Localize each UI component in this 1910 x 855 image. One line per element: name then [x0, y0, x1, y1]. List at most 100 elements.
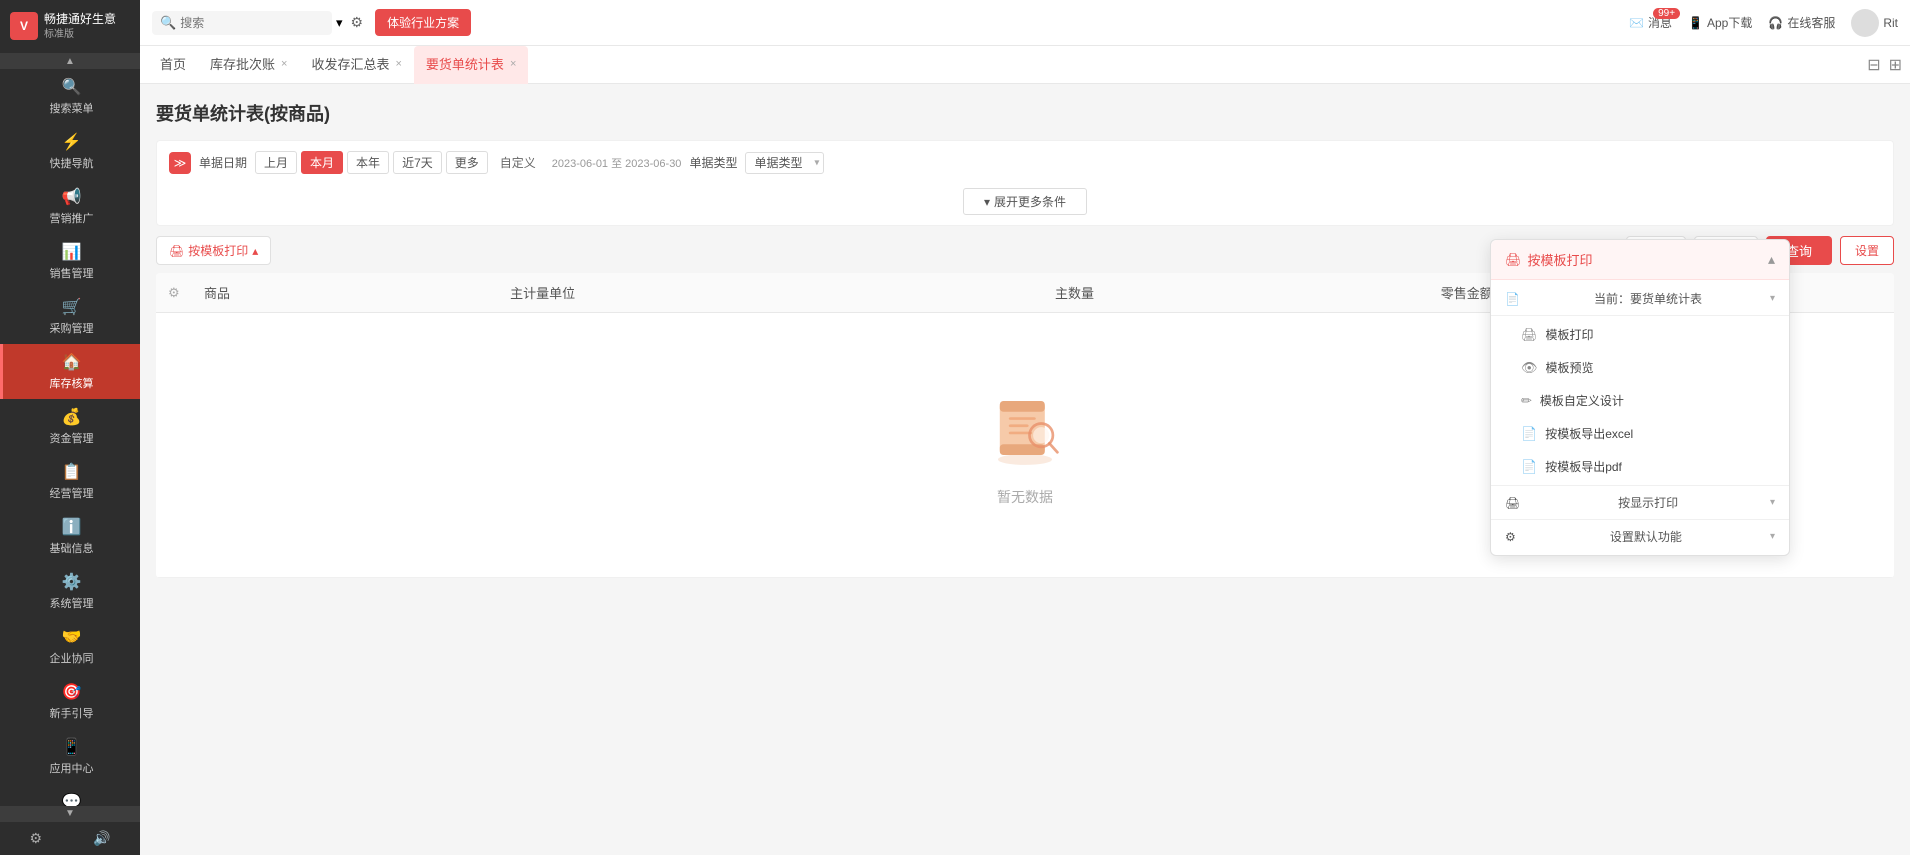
expand-icon: ▾	[984, 195, 990, 209]
search-input[interactable]	[180, 16, 310, 30]
date-btn-7days[interactable]: 近7天	[393, 151, 442, 174]
export-pdf-item[interactable]: 📄 按模板导出pdf	[1491, 450, 1789, 483]
sidebar-audio-btn[interactable]: 🔊	[93, 830, 110, 847]
sidebar-item-label: 经营管理	[50, 485, 94, 501]
table-th-settings: ⚙	[156, 273, 192, 313]
topbar: 🔍 ▾ ⚙ 体验行业方案 ✉️ 消息 99+ 📱 App下载 🎧 在线客服 Ri…	[140, 0, 1910, 46]
print-dropdown-icon: 🖨	[1505, 252, 1522, 268]
date-options: 上月 本月 本年 近7天 更多 自定义	[255, 151, 544, 174]
sales-icon: 📊	[62, 242, 82, 262]
sidebar-item-label: 营销推广	[50, 210, 94, 226]
sidebar-item-label: 系统管理	[50, 595, 94, 611]
date-btn-more[interactable]: 更多	[446, 151, 488, 174]
user-avatar[interactable]: Rit	[1851, 9, 1898, 37]
sidebar-item-purchase[interactable]: 🛒 采购管理	[0, 289, 140, 344]
tab-maximize-icon[interactable]: ⊞	[1889, 55, 1902, 75]
sidebar-item-quicknav[interactable]: ⚡ 快捷导航	[0, 124, 140, 179]
tab-close-inventory-batch[interactable]: ×	[281, 58, 287, 70]
topbar-settings-icon[interactable]: ⚙	[351, 14, 364, 31]
sidebar-item-finance[interactable]: 💰 资金管理	[0, 399, 140, 454]
tab-inventory-batch[interactable]: 库存批次账 ×	[198, 46, 299, 84]
sidebar-item-sales[interactable]: 📊 销售管理	[0, 234, 140, 289]
date-filter-label: 单据日期	[199, 154, 247, 171]
tabbar: 首页 库存批次账 × 收发存汇总表 × 要货单统计表 × ⊟ ⊞	[140, 46, 1910, 84]
purchase-icon: 🛒	[62, 297, 82, 317]
date-btn-thisyear[interactable]: 本年	[347, 151, 389, 174]
sidebar: V 畅捷通好生意 标准版 ▲ 🔍 搜索菜单 ⚡ 快捷导航 📢 营销推广 📊 销售…	[0, 0, 140, 855]
sidebar-item-label: 基础信息	[50, 540, 94, 556]
filter-bar: ≫ 单据日期 上月 本月 本年 近7天 更多 自定义 2023-06-01 至 …	[156, 140, 1894, 226]
sidebar-scroll-down[interactable]: ▼	[0, 806, 140, 821]
online-service-btn[interactable]: 🎧 在线客服	[1768, 14, 1835, 31]
table-th-unit: 主计量单位	[498, 273, 1043, 313]
sidebar-scroll-up[interactable]: ▲	[0, 54, 140, 69]
print-template-item[interactable]: 🖨 模板打印	[1491, 318, 1789, 351]
type-select[interactable]: 单据类型	[745, 152, 824, 174]
marketing-icon: 📢	[62, 187, 82, 207]
operations-icon: 📋	[62, 462, 82, 482]
tab-close-stock-summary[interactable]: ×	[395, 58, 401, 70]
tab-close-order-stats[interactable]: ×	[510, 58, 516, 70]
search-dropdown-btn[interactable]: ▾	[336, 15, 343, 31]
sidebar-item-marketing[interactable]: 📢 营销推广	[0, 179, 140, 234]
display-print-section[interactable]: 🖨 按显示打印 ▾	[1491, 488, 1789, 517]
print-dropdown-body: 📄 当前：要货单统计表 ▾ 🖨 模板打印 👁 模板预览 ✏ 模板自定义设计	[1491, 280, 1789, 555]
empty-illustration	[980, 383, 1070, 473]
tab-minimize-icon[interactable]: ⊟	[1867, 55, 1880, 75]
content-area: 要货单统计表(按商品) ≫ 单据日期 上月 本月 本年 近7天 更多 自定义 2…	[140, 84, 1910, 855]
display-print-icon: 🖨	[1505, 496, 1520, 510]
filter-expand-btn[interactable]: ≫	[169, 152, 191, 174]
sidebar-item-wechat[interactable]: 💬 企业微信	[0, 784, 140, 806]
sidebar-item-operations[interactable]: 📋 经营管理	[0, 454, 140, 509]
sidebar-item-label: 销售管理	[50, 265, 94, 281]
sidebar-settings-btn[interactable]: ⚙	[30, 830, 43, 847]
sidebar-item-label: 企业协同	[50, 650, 94, 666]
tab-order-stats[interactable]: 要货单统计表 ×	[414, 46, 528, 84]
export-excel-item[interactable]: 📄 按模板导出excel	[1491, 417, 1789, 450]
print-custom-design-item[interactable]: ✏ 模板自定义设计	[1491, 384, 1789, 417]
sidebar-item-guide[interactable]: 🎯 新手引导	[0, 674, 140, 729]
current-section-icon: 📄	[1505, 292, 1520, 306]
print-dropdown-close-btn[interactable]: ▴	[1768, 251, 1775, 268]
preview-icon-item: 👁	[1521, 360, 1538, 376]
search-icon: 🔍	[62, 77, 82, 97]
default-settings-chevron: ▾	[1770, 531, 1775, 542]
expand-more-btn[interactable]: ▾ 展开更多条件	[963, 188, 1087, 215]
sidebar-item-search[interactable]: 🔍 搜索菜单	[0, 69, 140, 124]
message-btn[interactable]: ✉️ 消息 99+	[1629, 14, 1672, 31]
basic-icon: ℹ️	[62, 517, 82, 537]
trial-btn[interactable]: 体验行业方案	[375, 9, 471, 36]
print-current-section[interactable]: 📄 当前：要货单统计表 ▾	[1491, 284, 1789, 313]
table-th-quantity: 主数量	[1043, 273, 1429, 313]
sidebar-item-label: 应用中心	[50, 760, 94, 776]
headset-icon: 🎧	[1768, 16, 1783, 30]
tab-stock-summary[interactable]: 收发存汇总表 ×	[299, 46, 413, 84]
sidebar-item-inventory[interactable]: 🏠 库存核算	[0, 344, 140, 399]
column-settings-icon[interactable]: ⚙	[168, 285, 180, 300]
date-btn-lastmonth[interactable]: 上月	[255, 151, 297, 174]
type-filter-label: 单据类型	[689, 154, 737, 171]
default-settings-section[interactable]: ⚙ 设置默认功能 ▾	[1491, 522, 1789, 551]
sidebar-item-appcenter[interactable]: 📱 应用中心	[0, 729, 140, 784]
app-download-btn[interactable]: 📱 App下载	[1688, 14, 1752, 31]
system-icon: ⚙️	[62, 572, 82, 592]
app-name: 畅捷通好生意 标准版	[44, 12, 116, 41]
settings-btn[interactable]: 设置	[1840, 236, 1894, 265]
inventory-icon: 🏠	[62, 352, 82, 372]
tab-home[interactable]: 首页	[148, 46, 198, 84]
sidebar-item-system[interactable]: ⚙️ 系统管理	[0, 564, 140, 619]
date-btn-thismonth[interactable]: 本月	[301, 151, 343, 174]
sidebar-item-collab[interactable]: 🤝 企业协同	[0, 619, 140, 674]
sidebar-item-label: 搜索菜单	[50, 100, 94, 116]
print-btn[interactable]: 🖨 按模板打印 ▴	[156, 236, 271, 265]
print-preview-item[interactable]: 👁 模板预览	[1491, 351, 1789, 384]
print-dropdown-header: 🖨 按模板打印 ▴	[1491, 240, 1789, 280]
sidebar-item-basic[interactable]: ℹ️ 基础信息	[0, 509, 140, 564]
default-settings-icon: ⚙	[1505, 530, 1516, 544]
date-btn-custom[interactable]: 自定义	[492, 152, 544, 173]
sidebar-item-label: 快捷导航	[50, 155, 94, 171]
type-select-wrap: 单据类型	[745, 152, 824, 174]
sidebar-bottom: ⚙ 🔊	[0, 821, 140, 855]
guide-icon: 🎯	[62, 682, 82, 702]
sidebar-item-label: 库存核算	[50, 375, 94, 391]
